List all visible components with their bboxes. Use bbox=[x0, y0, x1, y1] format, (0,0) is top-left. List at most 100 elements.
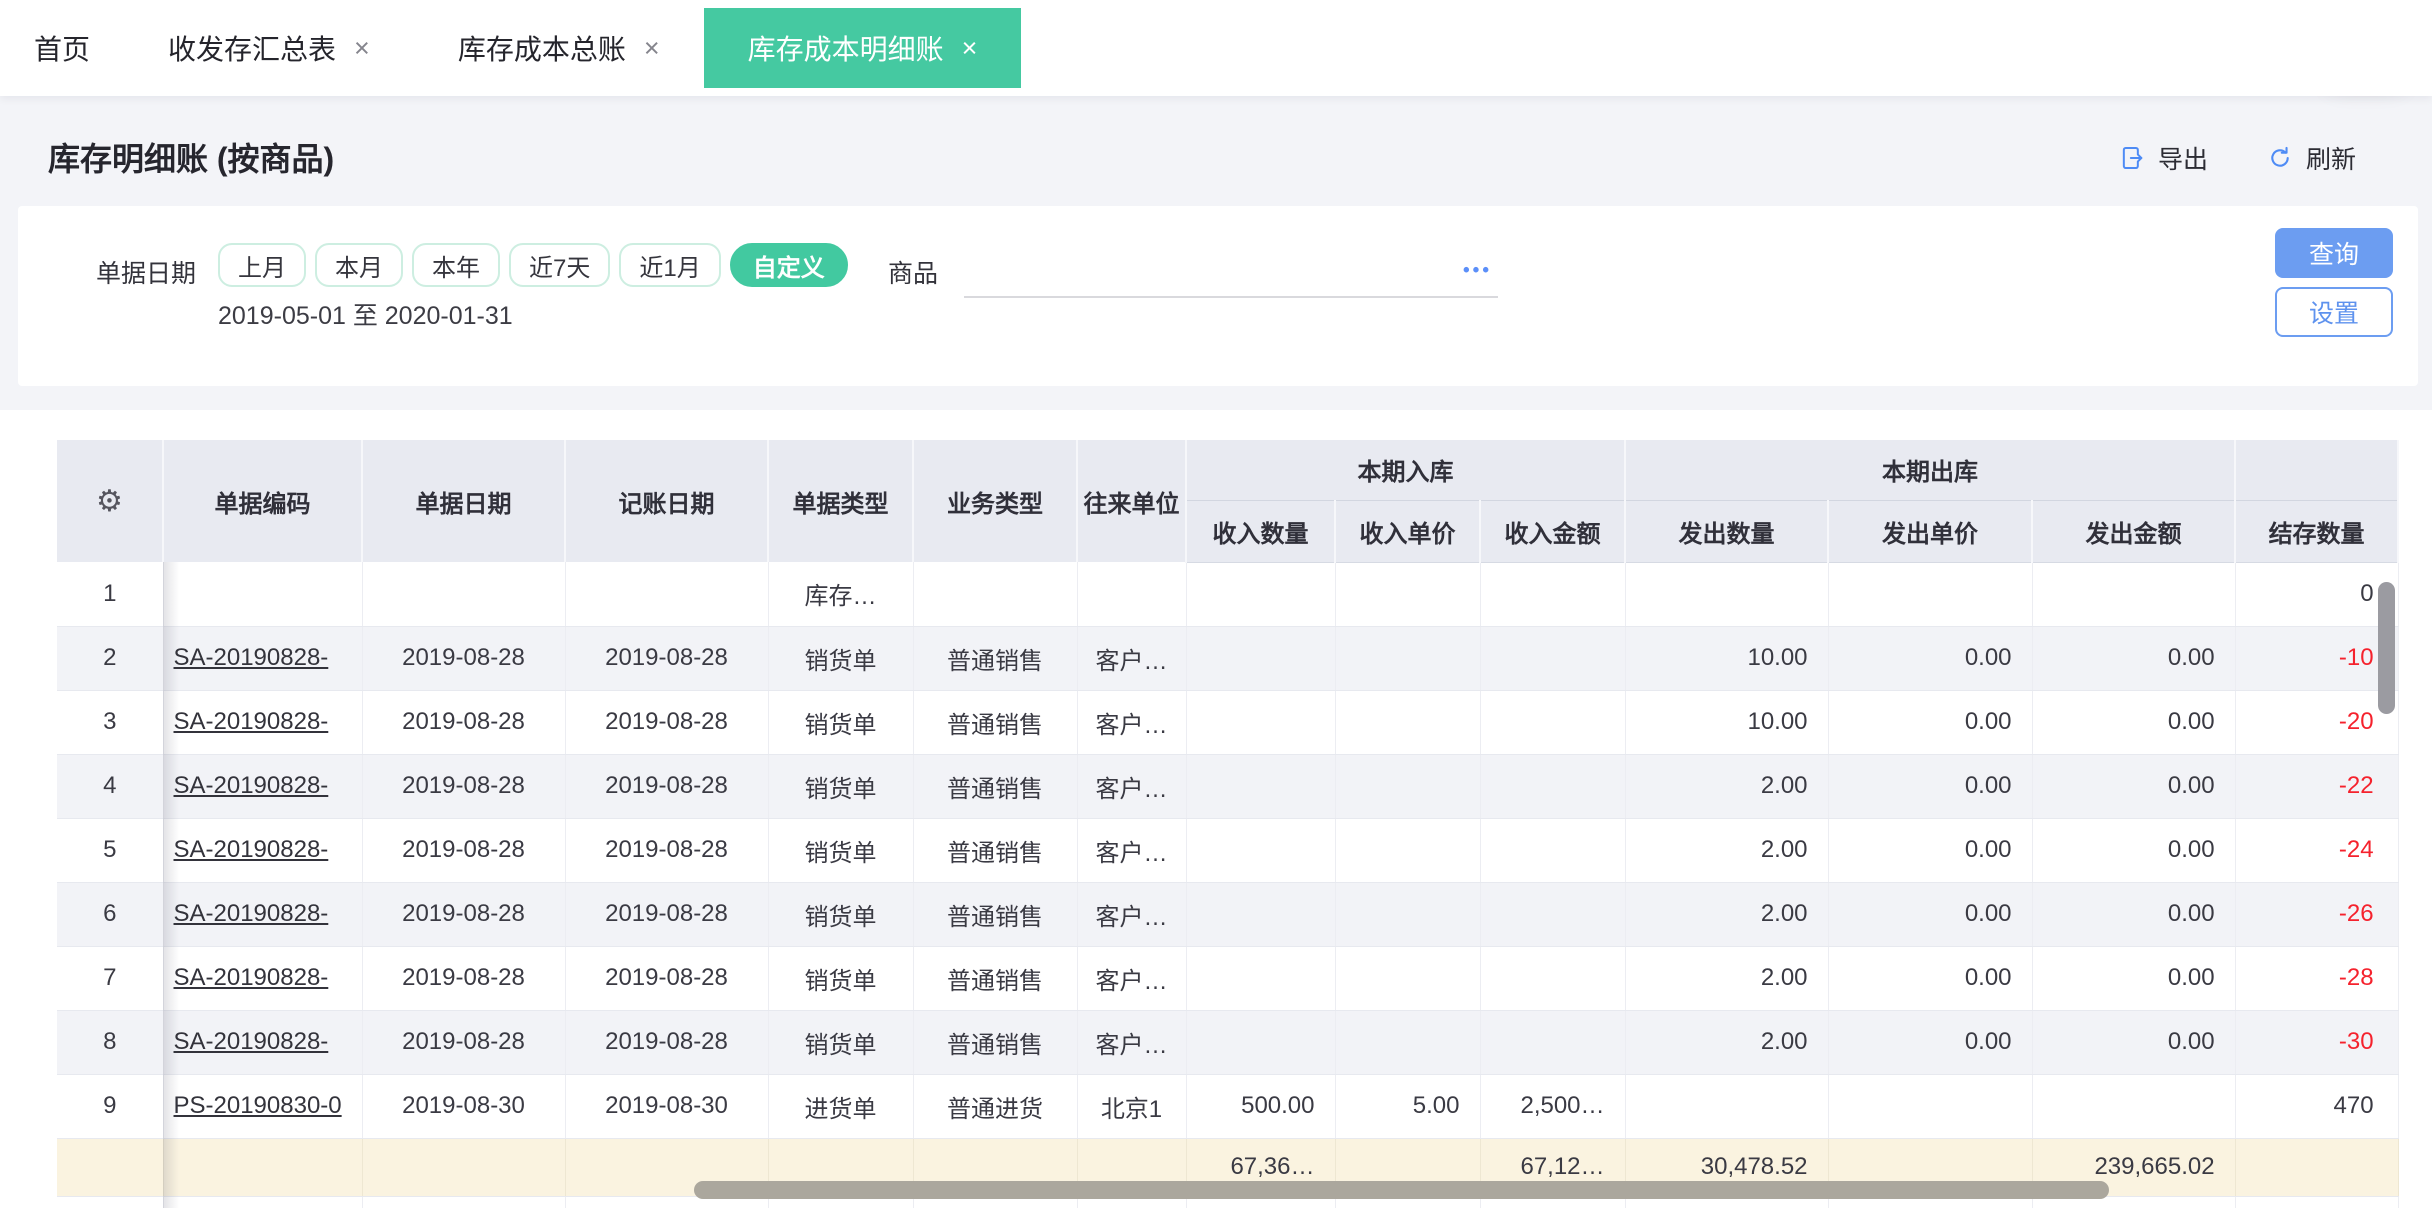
balance-cell: 470 bbox=[2235, 1074, 2399, 1139]
refresh-icon bbox=[2266, 144, 2294, 172]
table-row: 5 SA-20190828- 2019-08-28 2019-08-28 销货单… bbox=[57, 818, 2399, 883]
out-price-cell: 0.00 bbox=[1828, 882, 2033, 947]
doc-type-cell: 库存… bbox=[768, 562, 914, 627]
row-index: 6 bbox=[57, 882, 164, 947]
out-qty-cell: 2.00 bbox=[1625, 882, 1829, 947]
col-header-code: 单据编码 bbox=[163, 440, 363, 562]
doc-type-cell: 销货单 bbox=[768, 946, 914, 1011]
total-code-cell bbox=[163, 1137, 363, 1197]
horizontal-scrollbar[interactable] bbox=[694, 1181, 2109, 1199]
row-index: 7 bbox=[57, 946, 164, 1011]
out-qty-cell: 2.00 bbox=[1625, 1010, 1829, 1075]
total-index-cell bbox=[57, 1137, 164, 1197]
settings-button[interactable]: 设置 bbox=[2275, 287, 2393, 337]
query-button[interactable]: 查询 bbox=[2275, 228, 2393, 278]
biz-type-cell: 普通销售 bbox=[913, 754, 1078, 819]
doc-date-cell: 2019-08-28 bbox=[362, 1010, 566, 1075]
gear-icon[interactable]: ⚙ bbox=[96, 485, 123, 518]
doc-code-link[interactable]: SA-20190828- bbox=[174, 836, 329, 863]
doc-code-link[interactable]: PS-20190830-0 bbox=[174, 1092, 342, 1119]
partner-cell: 客户… bbox=[1077, 754, 1187, 819]
biz-type-cell: 普通进货 bbox=[913, 1074, 1078, 1139]
balance-cell: -30 bbox=[2235, 1010, 2399, 1075]
out-qty-cell bbox=[1625, 562, 1829, 627]
preset-this-month[interactable]: 本月 bbox=[315, 243, 403, 287]
col-header-out-price: 发出单价 bbox=[1828, 500, 2034, 563]
refresh-label: 刷新 bbox=[2305, 146, 2356, 174]
ledger-table-panel: ⚙ 单据编码 单据日期 记账日期 单据类型 业务类型 往来单位 本期入库 本期出… bbox=[0, 410, 2432, 1208]
tab-close-icon[interactable]: × bbox=[644, 34, 660, 62]
in-qty-cell bbox=[1186, 946, 1336, 1011]
doc-code-link[interactable]: SA-20190828- bbox=[174, 964, 329, 991]
tab-label: 库存成本明细账 bbox=[747, 34, 944, 65]
in-qty-cell bbox=[1186, 754, 1336, 819]
tab-close-icon[interactable]: × bbox=[962, 34, 978, 62]
out-amt-cell: 0.00 bbox=[2032, 754, 2236, 819]
doc-code-link[interactable]: SA-20190828- bbox=[174, 772, 329, 799]
out-price-cell: 0.00 bbox=[1828, 690, 2033, 755]
in-qty-cell bbox=[1186, 562, 1336, 627]
group-header-outbound: 本期出库 bbox=[1625, 440, 2237, 501]
book-date-cell: 2019-08-28 bbox=[565, 882, 769, 947]
refresh-button[interactable]: 刷新 bbox=[2266, 140, 2356, 176]
tab-bar: 首页 收发存汇总表 × 库存成本总账 × 库存成本明细账 × bbox=[0, 0, 2432, 96]
preset-this-year[interactable]: 本年 bbox=[412, 243, 500, 287]
date-filter-label: 单据日期 bbox=[96, 260, 197, 288]
more-options-icon[interactable]: ••• bbox=[1463, 260, 1492, 282]
tab-inventory-cost-detail[interactable]: 库存成本明细账 × bbox=[703, 8, 1022, 88]
col-header-book-date: 记账日期 bbox=[565, 440, 769, 562]
out-amt-cell: 0.00 bbox=[2032, 1010, 2236, 1075]
doc-code-cell: SA-20190828- bbox=[163, 946, 363, 1011]
app-screen: 首页 收发存汇总表 × 库存成本总账 × 库存成本明细账 × × 库存明细账 (… bbox=[0, 0, 2432, 1208]
doc-code-link[interactable]: SA-20190828- bbox=[174, 1028, 329, 1055]
doc-type-cell: 销货单 bbox=[768, 882, 914, 947]
doc-type-cell: 销货单 bbox=[768, 818, 914, 883]
tab-inventory-cost-ledger[interactable]: 库存成本总账 × bbox=[414, 8, 704, 88]
tab-close-icon[interactable]: × bbox=[354, 34, 370, 62]
out-qty-cell: 10.00 bbox=[1625, 690, 1829, 755]
in-amt-cell bbox=[1480, 882, 1626, 947]
doc-code-link[interactable]: SA-20190828- bbox=[174, 900, 329, 927]
book-date-cell: 2019-08-28 bbox=[565, 626, 769, 691]
in-qty-cell: 500.00 bbox=[1186, 1074, 1336, 1139]
row-index: 5 bbox=[57, 818, 164, 883]
vertical-scrollbar[interactable] bbox=[2378, 582, 2395, 714]
doc-code-link[interactable]: SA-20190828- bbox=[174, 644, 329, 671]
doc-type-cell: 销货单 bbox=[768, 1010, 914, 1075]
doc-code-cell: SA-20190828- bbox=[163, 754, 363, 819]
col-header-biz-type: 业务类型 bbox=[913, 440, 1078, 562]
table-row: 4 SA-20190828- 2019-08-28 2019-08-28 销货单… bbox=[57, 754, 2399, 819]
out-price-cell: 0.00 bbox=[1828, 754, 2033, 819]
partner-cell: 客户… bbox=[1077, 882, 1187, 947]
doc-type-cell: 销货单 bbox=[768, 690, 914, 755]
in-qty-cell bbox=[1186, 1010, 1336, 1075]
doc-type-cell: 进货单 bbox=[768, 1074, 914, 1139]
row-index: 4 bbox=[57, 754, 164, 819]
balance-cell: -22 bbox=[2235, 754, 2399, 819]
col-header-out-qty: 发出数量 bbox=[1625, 500, 1830, 563]
doc-date-cell: 2019-08-28 bbox=[362, 882, 566, 947]
preset-last-7-days[interactable]: 近7天 bbox=[509, 243, 611, 287]
filter-panel: 单据日期 上月 本月 本年 近7天 近1月 自定义 2019-05-01 至 2… bbox=[18, 206, 2418, 386]
date-range-value[interactable]: 2019-05-01 至 2020-01-31 bbox=[218, 296, 513, 332]
book-date-cell: 2019-08-28 bbox=[565, 690, 769, 755]
in-amt-cell bbox=[1480, 562, 1626, 627]
balance-cell: -28 bbox=[2235, 946, 2399, 1011]
preset-last-month[interactable]: 上月 bbox=[218, 243, 306, 287]
export-button[interactable]: 导出 bbox=[2118, 140, 2208, 176]
tab-home[interactable]: 首页 bbox=[0, 8, 124, 88]
preset-last-1-month[interactable]: 近1月 bbox=[619, 243, 721, 287]
product-input[interactable]: ••• bbox=[964, 246, 1498, 298]
balance-cell: -26 bbox=[2235, 882, 2399, 947]
in-qty-cell bbox=[1186, 818, 1336, 883]
doc-type-cell: 销货单 bbox=[768, 626, 914, 691]
doc-code-cell: SA-20190828- bbox=[163, 1010, 363, 1075]
preset-custom[interactable]: 自定义 bbox=[729, 243, 848, 287]
col-header-in-amt: 收入金额 bbox=[1480, 500, 1627, 563]
tab-shoufacun-summary[interactable]: 收发存汇总表 × bbox=[124, 8, 414, 88]
out-qty-cell: 2.00 bbox=[1625, 754, 1829, 819]
doc-code-link[interactable]: SA-20190828- bbox=[174, 708, 329, 735]
header-actions: 导出 刷新 bbox=[2118, 140, 2356, 176]
page-title: 库存明细账 (按商品) bbox=[48, 141, 335, 177]
biz-type-cell: 普通销售 bbox=[913, 818, 1078, 883]
